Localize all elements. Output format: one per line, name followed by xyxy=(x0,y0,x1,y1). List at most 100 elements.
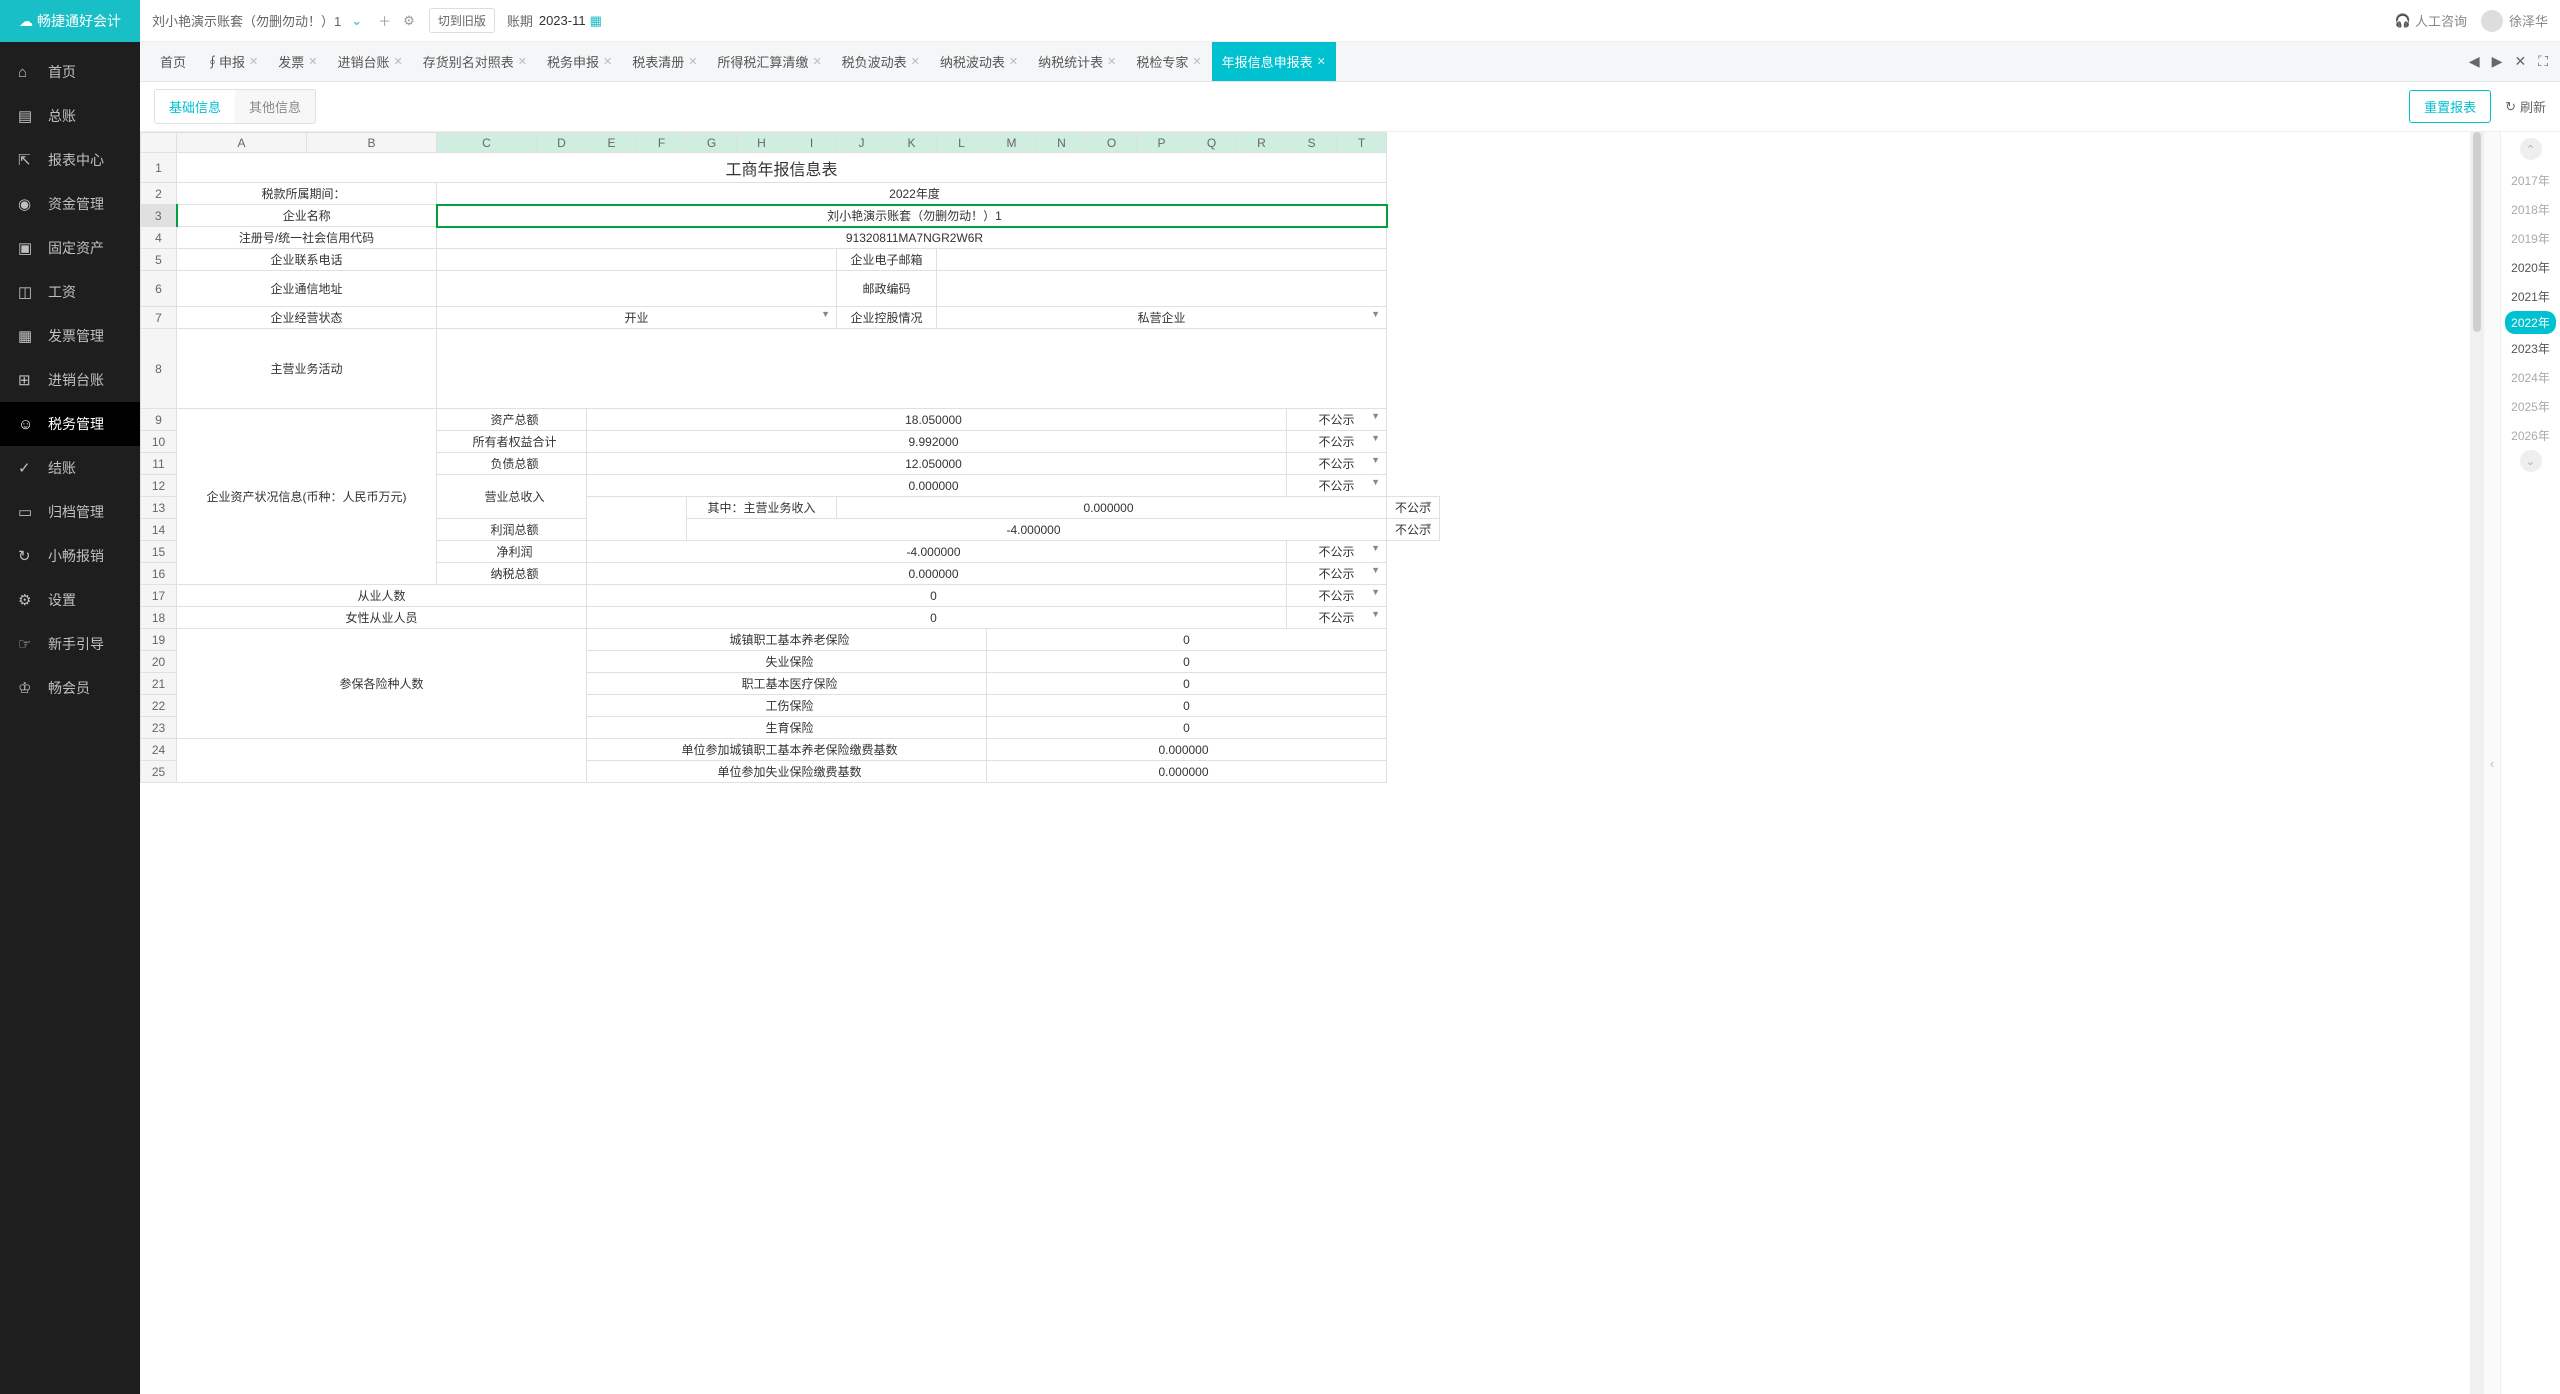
row-25[interactable]: 25 xyxy=(141,761,177,783)
close-icon[interactable]: ✕ xyxy=(603,55,612,68)
asset-pub-5[interactable]: 不公示 xyxy=(1387,519,1440,541)
tabs-close-icon[interactable]: ✕ xyxy=(2514,53,2526,70)
period-value[interactable]: 2022年度 xyxy=(437,183,1387,205)
addr-input[interactable] xyxy=(437,271,837,307)
asset-pub-6[interactable]: 不公示 xyxy=(1287,541,1387,563)
close-icon[interactable]: ✕ xyxy=(1192,55,1201,68)
close-icon[interactable]: ✕ xyxy=(911,55,920,68)
female-pub[interactable]: 不公示 xyxy=(1287,607,1387,629)
col-B[interactable]: B xyxy=(307,133,437,153)
vertical-scrollbar[interactable] xyxy=(2470,132,2484,1394)
employees-value[interactable]: 0 xyxy=(587,585,1287,607)
row-17[interactable]: 17 xyxy=(141,585,177,607)
row-20[interactable]: 20 xyxy=(141,651,177,673)
insurance-value-0[interactable]: 0 xyxy=(987,629,1387,651)
row-18[interactable]: 18 xyxy=(141,607,177,629)
asset-value-2[interactable]: 12.050000 xyxy=(587,453,1287,475)
contrib-value-0[interactable]: 0.000000 xyxy=(987,739,1387,761)
subtab-1[interactable]: 其他信息 xyxy=(235,90,315,123)
row-2[interactable]: 2 xyxy=(141,183,177,205)
sidebar-item-10[interactable]: ▭归档管理 xyxy=(0,490,140,534)
sidebar-item-3[interactable]: ◉资金管理 xyxy=(0,182,140,226)
row-22[interactable]: 22 xyxy=(141,695,177,717)
email-input[interactable] xyxy=(937,249,1387,271)
row-16[interactable]: 16 xyxy=(141,563,177,585)
close-icon[interactable]: ✕ xyxy=(1317,55,1326,68)
year-2023年[interactable]: 2023年 xyxy=(2509,334,2552,363)
asset-pub-4[interactable]: 不公示 xyxy=(1387,497,1440,519)
tab-10[interactable]: 纳税统计表✕ xyxy=(1028,42,1126,81)
row-6[interactable]: 6 xyxy=(141,271,177,307)
tab-11[interactable]: 税检专家✕ xyxy=(1126,42,1211,81)
year-2024年[interactable]: 2024年 xyxy=(2509,363,2552,392)
close-icon[interactable]: ✕ xyxy=(812,55,821,68)
tel-input[interactable] xyxy=(437,249,837,271)
col-T[interactable]: T xyxy=(1337,133,1387,153)
col-R[interactable]: R xyxy=(1237,133,1287,153)
tab-3[interactable]: 进销台账✕ xyxy=(327,42,412,81)
row-3[interactable]: 3 xyxy=(141,205,177,227)
company-input[interactable]: 刘小艳演示账套（勿删勿动！）1 xyxy=(437,205,1387,227)
sidebar-item-14[interactable]: ♔畅会员 xyxy=(0,666,140,710)
insurance-value-2[interactable]: 0 xyxy=(987,673,1387,695)
sidebar-item-0[interactable]: ⌂首页 xyxy=(0,50,140,94)
employees-pub[interactable]: 不公示 xyxy=(1287,585,1387,607)
close-icon[interactable]: ✕ xyxy=(1009,55,1018,68)
year-2025年[interactable]: 2025年 xyxy=(2509,392,2552,421)
col-M[interactable]: M xyxy=(987,133,1037,153)
close-icon[interactable]: ✕ xyxy=(688,55,697,68)
plus-icon[interactable]: ＋ xyxy=(378,11,391,30)
year-2022年[interactable]: 2022年 xyxy=(2505,311,2556,334)
tab-4[interactable]: 存货别名对照表✕ xyxy=(413,42,537,81)
insurance-value-1[interactable]: 0 xyxy=(987,651,1387,673)
sidebar-item-9[interactable]: ✓结账 xyxy=(0,446,140,490)
account-selector[interactable]: 刘小艳演示账套（勿删勿动！）1 ⌄ xyxy=(152,11,372,30)
subtab-0[interactable]: 基础信息 xyxy=(155,90,235,123)
asset-pub-0[interactable]: 不公示 xyxy=(1287,409,1387,431)
col-C[interactable]: C xyxy=(437,133,537,153)
row-5[interactable]: 5 xyxy=(141,249,177,271)
insurance-value-4[interactable]: 0 xyxy=(987,717,1387,739)
sidebar-item-4[interactable]: ▣固定资产 xyxy=(0,226,140,270)
row-24[interactable]: 24 xyxy=(141,739,177,761)
row-19[interactable]: 19 xyxy=(141,629,177,651)
close-icon[interactable]: ✕ xyxy=(308,55,317,68)
col-J[interactable]: J xyxy=(837,133,887,153)
zip-input[interactable] xyxy=(937,271,1387,307)
tab-6[interactable]: 税表清册✕ xyxy=(622,42,707,81)
row-14[interactable]: 14 xyxy=(141,519,177,541)
horizontal-scrollbar[interactable] xyxy=(140,783,2470,799)
sidebar-item-6[interactable]: ▦发票管理 xyxy=(0,314,140,358)
row-12[interactable]: 12 xyxy=(141,475,177,497)
switch-old-button[interactable]: 切到旧版 xyxy=(429,8,495,33)
col-D[interactable]: D xyxy=(537,133,587,153)
row-21[interactable]: 21 xyxy=(141,673,177,695)
tab-2[interactable]: 发票✕ xyxy=(268,42,327,81)
year-up-icon[interactable]: ⌃ xyxy=(2520,138,2542,160)
sidebar-item-1[interactable]: ▤总账 xyxy=(0,94,140,138)
row-13[interactable]: 13 xyxy=(141,497,177,519)
tabs-next-icon[interactable]: ▶ xyxy=(2492,53,2503,70)
sidebar-item-5[interactable]: ◫工资 xyxy=(0,270,140,314)
year-2026年[interactable]: 2026年 xyxy=(2509,421,2552,450)
close-icon[interactable]: ✕ xyxy=(249,55,258,68)
sidebar-item-13[interactable]: ☞新手引导 xyxy=(0,622,140,666)
year-2021年[interactable]: 2021年 xyxy=(2509,282,2552,311)
asset-pub-7[interactable]: 不公示 xyxy=(1287,563,1387,585)
asset-value-4[interactable]: 0.000000 xyxy=(837,497,1387,519)
year-2018年[interactable]: 2018年 xyxy=(2509,195,2552,224)
user-menu[interactable]: 徐泽华 xyxy=(2481,10,2548,32)
tab-12[interactable]: 年报信息申报表✕ xyxy=(1212,42,1336,81)
asset-value-7[interactable]: 0.000000 xyxy=(587,563,1287,585)
tab-0[interactable]: 首页 xyxy=(150,42,196,81)
year-collapse[interactable]: ‹ xyxy=(2484,132,2500,1394)
col-H[interactable]: H xyxy=(737,133,787,153)
asset-pub-2[interactable]: 不公示 xyxy=(1287,453,1387,475)
col-P[interactable]: P xyxy=(1137,133,1187,153)
col-I[interactable]: I xyxy=(787,133,837,153)
close-icon[interactable]: ✕ xyxy=(518,55,527,68)
col-corner[interactable] xyxy=(141,133,177,153)
row-10[interactable]: 10 xyxy=(141,431,177,453)
close-icon[interactable]: ✕ xyxy=(394,55,403,68)
row-7[interactable]: 7 xyxy=(141,307,177,329)
